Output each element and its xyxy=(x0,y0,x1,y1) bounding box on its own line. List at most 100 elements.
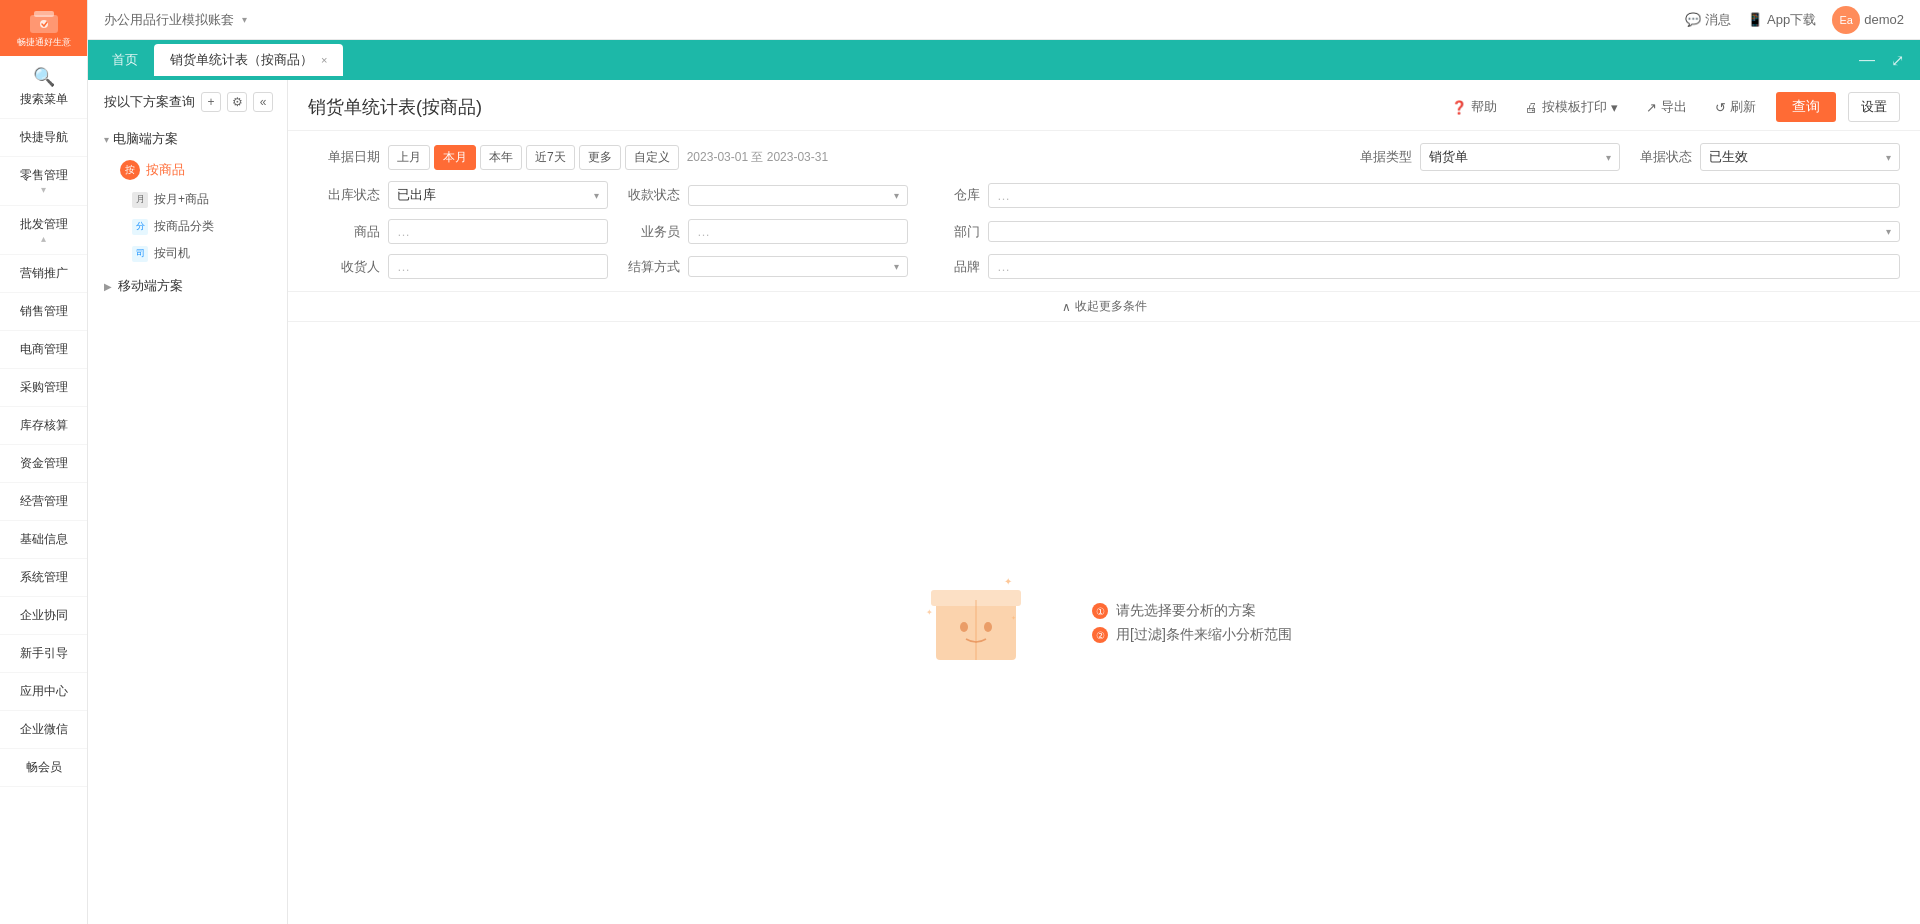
refresh-btn[interactable]: ↺ 刷新 xyxy=(1707,94,1764,120)
more-btn[interactable]: 更多 xyxy=(579,145,621,170)
product-control[interactable]: … xyxy=(388,219,608,244)
sidebar-item-basic[interactable]: 基础信息 xyxy=(0,521,87,559)
sidebar-item-operations[interactable]: 经营管理 xyxy=(0,483,87,521)
filter-row-4: 收货人 … 结算方式 ▾ 品牌 xyxy=(308,254,1900,279)
sidebar-item-wholesale[interactable]: 批发管理 ▴ xyxy=(0,206,87,255)
last-month-btn[interactable]: 上月 xyxy=(388,145,430,170)
warehouse-label: 仓库 xyxy=(908,186,988,204)
tab-minimize-btn[interactable]: — xyxy=(1855,47,1879,73)
message-btn[interactable]: 💬 消息 xyxy=(1685,11,1731,29)
sidebar-item-basic-label: 基础信息 xyxy=(20,531,68,548)
sidebar-item-purchase[interactable]: 采购管理 xyxy=(0,369,87,407)
empty-state-tips: ① 请先选择要分析的方案 ② 用[过滤]条件来缩小分析范围 xyxy=(1092,602,1292,644)
out-status-label: 出库状态 xyxy=(308,186,388,204)
department-control[interactable]: ▾ xyxy=(988,221,1900,242)
empty-illustration: ✦ ✦ ✦ xyxy=(916,565,1036,665)
scheme-pc-group-header[interactable]: ▾ 电脑端方案 xyxy=(88,124,287,154)
collapse-arrow-icon: ∧ xyxy=(1062,300,1071,314)
refresh-icon: ↺ xyxy=(1715,100,1726,115)
sidebar-item-system[interactable]: 系统管理 xyxy=(0,559,87,597)
brand-input[interactable]: … xyxy=(988,254,1900,279)
product-input[interactable]: … xyxy=(388,219,608,244)
tab-sales-report[interactable]: 销货单统计表（按商品） × xyxy=(154,44,343,76)
print-btn[interactable]: 🖨 按模板打印 ▾ xyxy=(1517,94,1626,120)
sidebar-item-newbie[interactable]: 新手引导 xyxy=(0,635,87,673)
this-month-btn[interactable]: 本月 xyxy=(434,145,476,170)
scheme-sub-category[interactable]: 分 按商品分类 xyxy=(88,213,287,240)
scheme-sub-month-product[interactable]: 月 按月+商品 xyxy=(88,186,287,213)
settings-btn[interactable]: 设置 xyxy=(1848,92,1900,122)
doc-status-control[interactable]: 已生效 ▾ xyxy=(1700,143,1900,171)
doc-status-arrow-icon: ▾ xyxy=(1886,152,1891,163)
sidebar-item-enterprise[interactable]: 企业协同 xyxy=(0,597,87,635)
warehouse-input[interactable]: … xyxy=(988,183,1900,208)
sub-icon-machine: 司 xyxy=(132,246,148,262)
department-select[interactable]: ▾ xyxy=(988,221,1900,242)
app-download-icon: 📱 xyxy=(1747,12,1763,27)
sidebar-logo[interactable]: 畅捷通好生意 xyxy=(0,0,88,56)
doc-status-select[interactable]: 已生效 ▾ xyxy=(1700,143,1900,171)
doc-type-select[interactable]: 销货单 ▾ xyxy=(1420,143,1620,171)
out-status-control[interactable]: 已出库 ▾ xyxy=(388,181,608,209)
out-status-select[interactable]: 已出库 ▾ xyxy=(388,181,608,209)
brand-control[interactable]: … xyxy=(988,254,1900,279)
export-btn[interactable]: ↗ 导出 xyxy=(1638,94,1695,120)
sidebar-item-search[interactable]: 🔍 搜索菜单 xyxy=(0,56,87,119)
sidebar-item-wechat[interactable]: 企业微信 xyxy=(0,711,87,749)
sidebar-item-retail[interactable]: 零售管理 ▾ xyxy=(0,157,87,206)
sidebar-item-retail-label: 零售管理 xyxy=(20,167,68,184)
salesperson-control[interactable]: … xyxy=(688,219,908,244)
scheme-item-product[interactable]: 按 按商品 xyxy=(88,154,287,186)
filter-row-1: 单据日期 上月 本月 本年 近7天 更多 自定义 2023-03-01 至 20… xyxy=(308,143,1900,171)
sidebar-item-sales[interactable]: 销售管理 xyxy=(0,293,87,331)
print-dropdown-icon: ▾ xyxy=(1611,100,1618,115)
consignee-control[interactable]: … xyxy=(388,254,608,279)
sidebar-item-finance[interactable]: 资金管理 xyxy=(0,445,87,483)
doc-type-control[interactable]: 销货单 ▾ xyxy=(1420,143,1620,171)
app-download-btn[interactable]: 📱 App下载 xyxy=(1747,11,1816,29)
filter-area: 单据日期 上月 本月 本年 近7天 更多 自定义 2023-03-01 至 20… xyxy=(288,131,1920,292)
sidebar-item-ecommerce[interactable]: 电商管理 xyxy=(0,331,87,369)
consignee-input[interactable]: … xyxy=(388,254,608,279)
payment-status-control[interactable]: ▾ xyxy=(688,185,908,206)
last7days-btn[interactable]: 近7天 xyxy=(526,145,575,170)
add-scheme-btn[interactable]: + xyxy=(201,92,221,112)
consignee-placeholder: … xyxy=(397,259,410,274)
user-profile[interactable]: Ea demo2 xyxy=(1832,6,1904,34)
help-btn[interactable]: ❓ 帮助 xyxy=(1443,94,1505,120)
salesperson-input[interactable]: … xyxy=(688,219,908,244)
payment-status-arrow-icon: ▾ xyxy=(894,190,899,201)
sidebar-item-appstore-label: 应用中心 xyxy=(20,683,68,700)
scheme-mobile-group-header[interactable]: ▶ 移动端方案 xyxy=(88,271,287,301)
sidebar-item-quick-nav[interactable]: 快捷导航 xyxy=(0,119,87,157)
tab-close-icon[interactable]: × xyxy=(321,54,327,66)
warehouse-control[interactable]: … xyxy=(988,183,1900,208)
settings-scheme-btn[interactable]: ⚙ xyxy=(227,92,247,112)
department-arrow-icon: ▾ xyxy=(1886,226,1891,237)
sidebar-item-inventory[interactable]: 库存核算 xyxy=(0,407,87,445)
collapse-bar[interactable]: ∧ 收起更多条件 xyxy=(288,292,1920,322)
scheme-sub-machine[interactable]: 司 按司机 xyxy=(88,240,287,267)
query-btn[interactable]: 查询 xyxy=(1776,92,1836,122)
tab-home[interactable]: 首页 xyxy=(96,44,154,76)
settings-label: 设置 xyxy=(1861,98,1887,116)
payment-status-select[interactable]: ▾ xyxy=(688,185,908,206)
settlement-select[interactable]: ▾ xyxy=(688,256,908,277)
settlement-control[interactable]: ▾ xyxy=(688,256,908,277)
tab-maximize-btn[interactable]: ⤢ xyxy=(1887,47,1908,74)
collapse-scheme-btn[interactable]: « xyxy=(253,92,273,112)
filter-row-2: 出库状态 已出库 ▾ 收款状态 ▾ xyxy=(308,181,1900,209)
industry-dropdown-icon[interactable]: ▾ xyxy=(242,14,247,25)
sidebar-logo-text: 畅捷通好生意 xyxy=(17,37,71,49)
sidebar-item-system-label: 系统管理 xyxy=(20,569,68,586)
svg-rect-1 xyxy=(34,11,54,17)
sidebar-item-marketing[interactable]: 营销推广 xyxy=(0,255,87,293)
filter-row-3: 商品 … 业务员 … 部门 xyxy=(308,219,1900,244)
sidebar-item-vip[interactable]: 畅会员 xyxy=(0,749,87,787)
this-year-btn[interactable]: 本年 xyxy=(480,145,522,170)
brand-placeholder: … xyxy=(997,259,1010,274)
scheme-dot-product: 按 xyxy=(120,160,140,180)
custom-btn[interactable]: 自定义 xyxy=(625,145,679,170)
sidebar-item-appstore[interactable]: 应用中心 xyxy=(0,673,87,711)
doc-status-value: 已生效 xyxy=(1709,148,1748,166)
